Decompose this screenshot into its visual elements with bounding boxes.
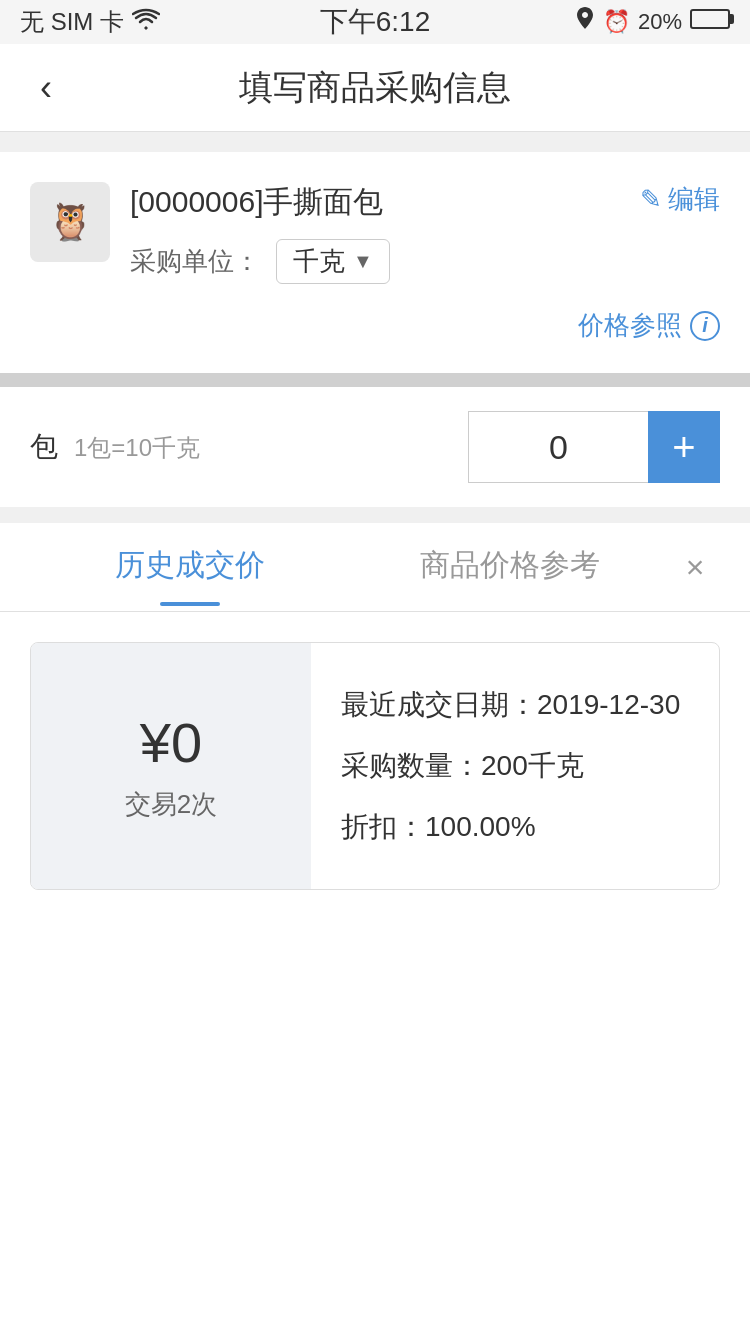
tabs-container: 历史成交价 商品价格参考 × [0, 523, 750, 612]
unit-value: 千克 [293, 244, 345, 279]
edit-button[interactable]: ✎ 编辑 [640, 182, 720, 217]
price-right-panel: 最近成交日期：2019-12-30 采购数量：200千克 折扣：100.00% [311, 643, 719, 889]
wifi-icon [132, 8, 160, 36]
trade-count: 交易2次 [125, 787, 217, 822]
purchase-qty-row: 采购数量：200千克 [341, 744, 689, 789]
product-image: 🦉 [30, 182, 110, 262]
status-time: 下午6:12 [320, 3, 431, 41]
purchase-qty-label: 采购数量： [341, 750, 481, 781]
price-amount: ¥0 [140, 710, 202, 775]
quantity-main-label: 包 [30, 428, 58, 466]
edit-icon: ✎ [640, 184, 662, 215]
page-title: 填写商品采购信息 [239, 65, 511, 111]
recent-date-row: 最近成交日期：2019-12-30 [341, 683, 689, 728]
currency-symbol: ¥ [140, 711, 171, 774]
tab-reference[interactable]: 商品价格参考 [350, 545, 670, 590]
price-left-panel: ¥0 交易2次 [31, 643, 311, 889]
unit-selector[interactable]: 千克 ▼ [276, 239, 390, 284]
product-left: 🦉 [0000006]手撕面包 采购单位： 千克 ▼ [30, 182, 390, 284]
info-icon: i [690, 311, 720, 341]
unit-dropdown-arrow: ▼ [353, 250, 373, 273]
recent-date-label: 最近成交日期： [341, 689, 537, 720]
unit-label: 采购单位： [130, 244, 260, 279]
status-right: ⏰ 20% [575, 7, 730, 37]
purchase-qty-value: 200千克 [481, 750, 584, 781]
quantity-label: 包 1包=10千克 [30, 428, 200, 466]
product-thumbnail: 🦉 [48, 201, 93, 243]
tab-history[interactable]: 历史成交价 [30, 545, 350, 590]
battery-percent: 20% [638, 9, 682, 35]
history-content: ¥0 交易2次 最近成交日期：2019-12-30 采购数量：200千克 折扣：… [0, 612, 750, 920]
product-card: 🦉 [0000006]手撕面包 采购单位： 千克 ▼ ✎ 编辑 价格参照 i [0, 152, 750, 373]
quantity-plus-button[interactable]: + [648, 411, 720, 483]
section-divider [0, 373, 750, 387]
location-icon [575, 7, 595, 37]
quantity-sub-label: 1包=10千克 [74, 432, 200, 464]
tab-close-button[interactable]: × [670, 542, 720, 592]
recent-date-value: 2019-12-30 [537, 689, 680, 720]
quantity-input[interactable] [468, 411, 648, 483]
price-ref-row: 价格参照 i [30, 308, 720, 343]
quantity-controls: + [468, 411, 720, 483]
price-ref-button[interactable]: 价格参照 i [578, 308, 720, 343]
price-card: ¥0 交易2次 最近成交日期：2019-12-30 采购数量：200千克 折扣：… [30, 642, 720, 890]
product-unit-row: 采购单位： 千克 ▼ [130, 239, 390, 284]
edit-label: 编辑 [668, 182, 720, 217]
tab-reference-label: 商品价格参考 [420, 548, 600, 581]
alarm-icon: ⏰ [603, 9, 630, 35]
quantity-row: 包 1包=10千克 + [0, 387, 750, 507]
discount-value: 100.00% [425, 811, 536, 842]
discount-row: 折扣：100.00% [341, 805, 689, 850]
tab-history-label: 历史成交价 [115, 548, 265, 581]
product-info: [0000006]手撕面包 采购单位： 千克 ▼ [130, 182, 390, 284]
battery-icon [690, 9, 730, 35]
discount-label: 折扣： [341, 811, 425, 842]
status-bar: 无 SIM 卡 下午6:12 ⏰ 20% [0, 0, 750, 44]
tabs-header: 历史成交价 商品价格参考 × [0, 523, 750, 611]
sim-label: 无 SIM 卡 [20, 6, 124, 38]
product-header: 🦉 [0000006]手撕面包 采购单位： 千克 ▼ ✎ 编辑 [30, 182, 720, 284]
status-left: 无 SIM 卡 [20, 6, 160, 38]
main-content [0, 920, 750, 1334]
product-name: [0000006]手撕面包 [130, 182, 390, 223]
nav-bar: ‹ 填写商品采购信息 [0, 44, 750, 132]
back-button[interactable]: ‹ [30, 57, 62, 119]
price-value: 0 [171, 711, 202, 774]
price-ref-label: 价格参照 [578, 308, 682, 343]
